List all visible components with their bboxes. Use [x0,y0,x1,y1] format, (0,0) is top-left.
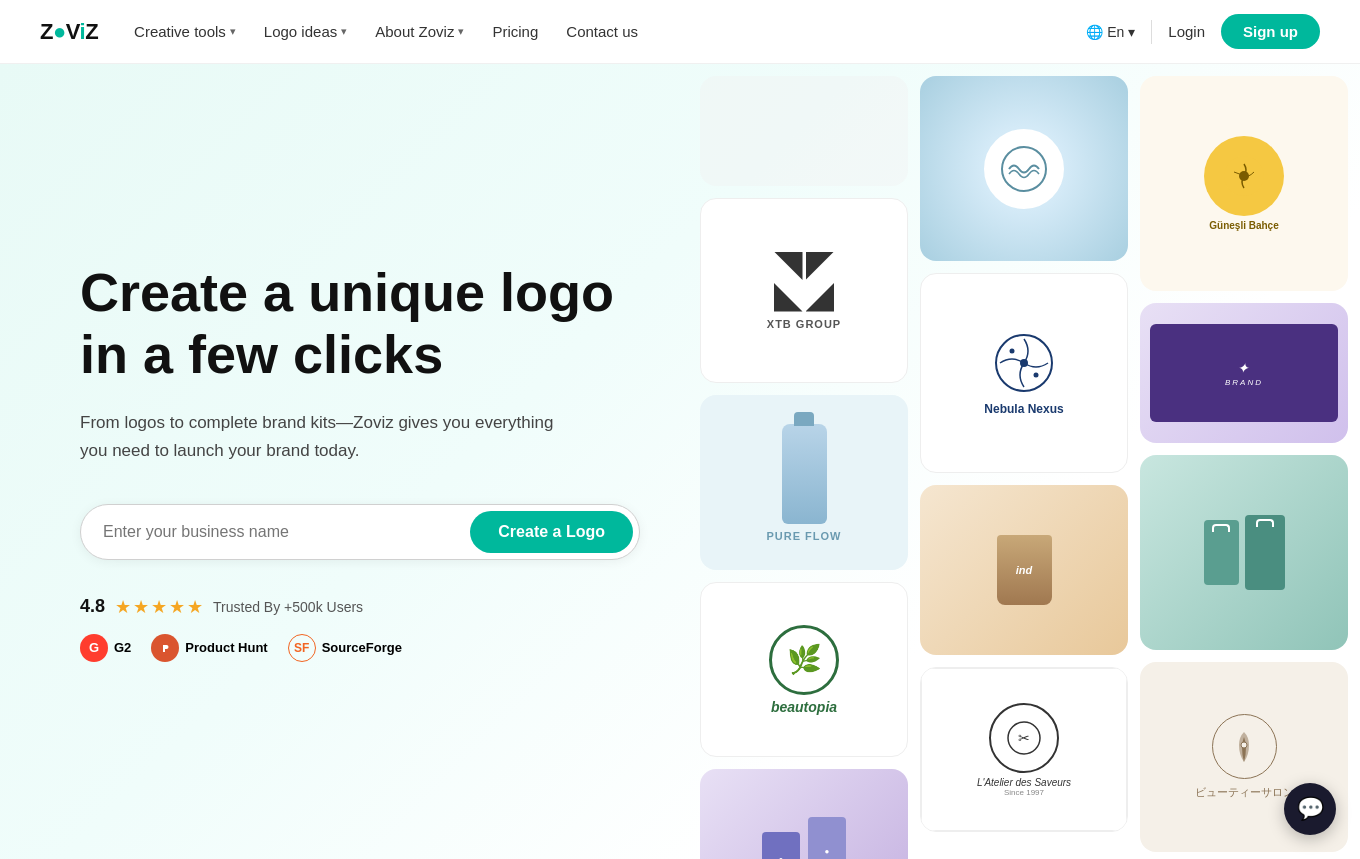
business-name-form: Create a Logo [80,504,640,560]
star-icon: ★ [115,596,131,618]
bottle-icon [782,424,827,524]
rating-number: 4.8 [80,596,105,617]
bag-icon [1245,515,1285,590]
pure-flow-card[interactable]: PURE FLOW [700,395,908,570]
coffee-cup-card[interactable]: ind [920,485,1128,655]
wave-diner-card[interactable] [920,76,1128,261]
hero-title: Create a unique logo in a few clicks [80,261,640,385]
xtb-symbol [774,252,834,312]
jp-beauty-label: ビューティーサロン [1195,785,1294,800]
svg-point-3 [1020,359,1028,367]
product-hunt-badge[interactable]: Product Hunt [151,634,267,662]
star-icon: ★ [187,596,203,618]
nebula-icon [992,331,1057,396]
sourceforge-badge[interactable]: SF SourceForge [288,634,402,662]
coffee-visual: ind [920,485,1128,655]
star-icon: ★ [151,596,167,618]
logo-column-2: Nebula Nexus ind [920,76,1128,847]
chevron-down-icon: ▾ [458,25,464,38]
pure-flow-label: PURE FLOW [767,530,842,542]
trusted-text: Trusted By +500k Users [213,599,363,615]
nebula-nexus-card[interactable]: Nebula Nexus [920,273,1128,473]
gunesli-label: Güneşli Bahçe [1209,220,1278,231]
beautopia-card[interactable]: 🌿 beautopia [700,582,908,757]
nav-contact[interactable]: Contact us [566,23,638,40]
signup-button[interactable]: Sign up [1221,14,1320,49]
nav-logo-ideas[interactable]: Logo ideas ▾ [264,23,347,40]
business-name-input[interactable] [103,523,470,541]
hero-left: Create a unique logo in a few clicks Fro… [0,64,700,859]
jp-beauty-icon [1212,714,1277,779]
nav-pricing[interactable]: Pricing [492,23,538,40]
product-hunt-icon [151,634,179,662]
chevron-down-icon: ▾ [1128,24,1135,40]
nav-about-zoviz[interactable]: About Zoviz ▾ [375,23,464,40]
globe-icon: 🌐 [1086,24,1103,40]
star-icon: ★ [133,596,149,618]
atelier-since: Since 1997 [1004,788,1044,797]
g2-label: G2 [114,640,131,655]
star-rating: ★ ★ ★ ★ ★ [115,596,203,618]
wave-diner-visual [920,76,1128,261]
bag-handle-icon [1212,524,1230,532]
svg-point-5 [1033,372,1038,377]
atelier-card[interactable]: ✂ L'Atelier des Saveurs Since 1997 [920,667,1128,832]
chevron-down-icon: ▾ [230,25,236,38]
login-button[interactable]: Login [1168,23,1205,40]
atelier-label: L'Atelier des Saveurs [977,777,1071,788]
hero-subtitle: From logos to complete brand kits—Zoviz … [80,409,580,463]
logo-text: Z●ViZ [40,19,98,45]
beautopia-label: beautopia [771,699,837,715]
gunesli-icon [1204,136,1284,216]
chat-icon: 💬 [1297,796,1324,822]
beautopia-icon: 🌿 [769,625,839,695]
bags-visual [1140,455,1348,650]
g2-badge[interactable]: G G2 [80,634,131,662]
logo-grid: XTB GROUP PURE FLOW 🌿 beautopia [700,64,1360,859]
nav-creative-tools[interactable]: Creative tools ▾ [134,23,236,40]
boxes-card[interactable]: ● ● [700,769,908,859]
nav-right: 🌐 En ▾ Login Sign up [1086,14,1320,49]
nebula-label: Nebula Nexus [984,402,1063,416]
wave-logo-icon [984,129,1064,209]
logo-column-1: XTB GROUP PURE FLOW 🌿 beautopia [700,76,908,847]
navbar: Z●ViZ Creative tools ▾ Logo ideas ▾ Abou… [0,0,1360,64]
purple-biz-card[interactable]: ✦ BRAND [1140,303,1348,443]
list-item [700,76,908,186]
logo-column-3: Güneşli Bahçe ✦ BRAND [1140,76,1348,847]
create-logo-button[interactable]: Create a Logo [470,511,633,553]
business-card-mini: ✦ BRAND [1150,324,1337,422]
logo[interactable]: Z●ViZ [40,19,98,45]
xtb-label: XTB GROUP [767,318,841,330]
rating-row: 4.8 ★ ★ ★ ★ ★ Trusted By +500k Users [80,596,640,618]
nav-divider [1151,20,1152,44]
star-icon: ★ [169,596,185,618]
sourceforge-icon: SF [288,634,316,662]
chat-button[interactable]: 💬 [1284,783,1336,835]
svg-point-1 [1002,147,1046,191]
hero-section: Create a unique logo in a few clicks Fro… [0,64,1360,859]
nav-links: Creative tools ▾ Logo ideas ▾ About Zovi… [134,23,1086,40]
bag-handle-icon [1256,519,1274,527]
bag-icon [1204,520,1239,585]
teal-bags-card[interactable] [1140,455,1348,650]
product-hunt-label: Product Hunt [185,640,267,655]
chevron-down-icon: ▾ [341,25,347,38]
atelier-icon: ✂ [989,703,1059,773]
svg-point-10 [1241,742,1247,748]
xtb-group-card[interactable]: XTB GROUP [700,198,908,383]
language-selector[interactable]: 🌐 En ▾ [1086,24,1135,40]
atelier-visual: ✂ L'Atelier des Saveurs Since 1997 [921,668,1127,831]
svg-point-4 [1009,348,1014,353]
sourceforge-label: SourceForge [322,640,402,655]
badges-row: G G2 Product Hunt SF Source [80,634,640,662]
svg-text:✂: ✂ [1018,730,1030,746]
g2-icon: G [80,634,108,662]
gunesli-card[interactable]: Güneşli Bahçe [1140,76,1348,291]
